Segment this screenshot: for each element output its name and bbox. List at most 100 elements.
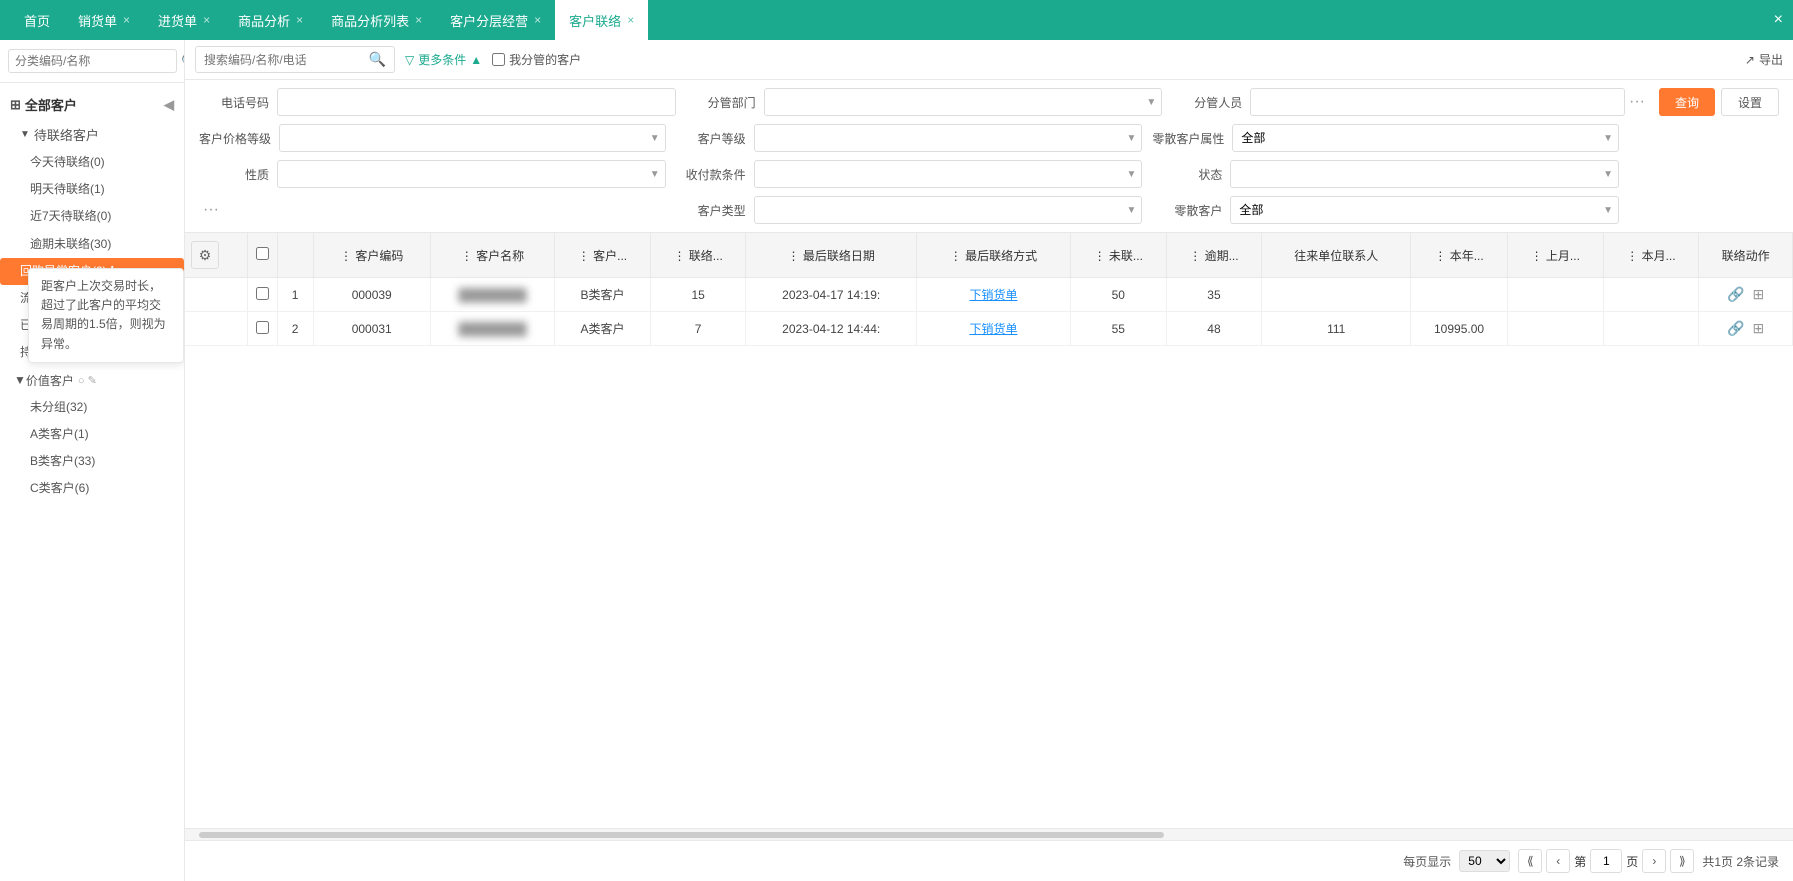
cell-type-2: A类客户 <box>555 312 651 346</box>
col-settings-header[interactable]: ⚙ <box>185 233 247 278</box>
my-customers-checkbox[interactable] <box>492 53 505 66</box>
export-button[interactable]: ↗ 导出 <box>1745 51 1783 68</box>
edit-icons[interactable]: ○ ✎ <box>78 374 97 387</box>
table-settings-btn[interactable]: ⚙ <box>191 241 219 269</box>
col-checkbox-header[interactable] <box>247 233 277 278</box>
close-product-analysis-tab[interactable]: × <box>296 13 303 27</box>
first-page-btn[interactable]: ⟪ <box>1518 849 1542 873</box>
sidebar-search-input[interactable] <box>8 49 177 73</box>
page-size-select[interactable]: 20 50 100 200 <box>1459 850 1510 872</box>
row1-checkbox[interactable] <box>256 287 269 300</box>
sidebar-item-tomorrow-pending[interactable]: 明天待联络(1) <box>0 176 184 203</box>
cell-last-month-2 <box>1507 312 1603 346</box>
col-overdue-header: ⋮ 逾期... <box>1166 233 1262 278</box>
prev-page-btn[interactable]: ‹ <box>1546 849 1570 873</box>
next-page-btn[interactable]: › <box>1642 849 1666 873</box>
filter-cell-phone: 电话号码 <box>199 88 676 116</box>
retail-customer-select[interactable]: 全部 <box>1230 196 1619 224</box>
grid-icon-2[interactable]: ⊞ <box>1752 320 1764 337</box>
payment-select[interactable] <box>754 160 1143 188</box>
retail-attr-select[interactable]: 全部 <box>1232 124 1619 152</box>
col-last-contact-method-header: ⋮ 最后联络方式 <box>916 233 1070 278</box>
sidebar-collapse-btn[interactable]: ◀ <box>164 97 174 113</box>
payment-select-wrap: ▼ <box>754 160 1143 188</box>
nav-product-analysis[interactable]: 商品分析 × <box>224 0 317 40</box>
settings-button[interactable]: 设置 <box>1721 88 1779 116</box>
sidebar-item-ungrouped[interactable]: 未分组(32) <box>0 394 184 421</box>
close-customer-segmentation-tab[interactable]: × <box>534 13 541 27</box>
nav-sales-order[interactable]: 销货单 × <box>64 0 144 40</box>
sidebar-item-class-b[interactable]: B类客户(33) <box>0 448 184 475</box>
gender-select[interactable] <box>277 160 666 188</box>
close-sales-order-tab[interactable]: × <box>123 13 130 27</box>
nav-purchase-order[interactable]: 进货单 × <box>144 0 224 40</box>
retail-attr-select-wrap: 全部 ▼ <box>1232 124 1619 152</box>
cell-last-date-2: 2023-04-12 14:44: <box>746 312 916 346</box>
cell-code-2: 000031 <box>313 312 430 346</box>
search-icon[interactable]: 🔍 <box>369 51 386 68</box>
link-icon-1[interactable]: 🔗 <box>1727 286 1744 303</box>
search-input[interactable] <box>204 53 369 67</box>
sidebar-item-7days-pending[interactable]: 近7天待联络(0) <box>0 203 184 230</box>
col-contact-person-header: 往来单位联系人 <box>1262 233 1411 278</box>
last-page-btn[interactable]: ⟫ <box>1670 849 1694 873</box>
cell-name-1: ████████ <box>430 278 554 312</box>
cell-this-year-1 <box>1411 278 1508 312</box>
nav-customer-contact[interactable]: 客户联络 × <box>555 0 648 40</box>
top-navigation: 首页 销货单 × 进货单 × 商品分析 × 商品分析列表 × 客户分层经营 × … <box>0 0 1793 40</box>
grid-icon-1[interactable]: ⊞ <box>1752 286 1764 303</box>
customer-level-select[interactable] <box>754 124 1143 152</box>
contact-method-link-1[interactable]: 下销货单 <box>969 288 1017 302</box>
filter-row-2: 客户价格等级 ▼ 客户等级 ▼ 零散客户属性 <box>199 124 1779 152</box>
filter-cell-status: 状态 ▼ <box>1152 160 1619 188</box>
nav-customer-segmentation[interactable]: 客户分层经营 × <box>436 0 555 40</box>
close-product-analysis-list-tab[interactable]: × <box>415 13 422 27</box>
row4-dots-btn[interactable]: ··· <box>199 201 223 219</box>
dept-select[interactable] <box>764 88 1163 116</box>
sidebar-item-overdue-contact[interactable]: 逾期未联络(30) <box>0 231 184 258</box>
dept-label: 分管部门 <box>686 94 756 111</box>
cell-last-method-2: 下销货单 <box>916 312 1070 346</box>
status-select[interactable] <box>1230 160 1619 188</box>
dept-select-wrap: ▼ <box>764 88 1163 116</box>
cell-num-2: 2 <box>277 312 313 346</box>
sidebar-item-today-pending[interactable]: 今天待联络(0) <box>0 149 184 176</box>
sidebar-group-pending-contact[interactable]: ▼ 待联络客户 <box>0 120 184 149</box>
advanced-filter: 电话号码 分管部门 ▼ 分管人员 ··· 查询 设置 <box>185 80 1793 233</box>
close-all-tabs[interactable]: × <box>1774 11 1783 29</box>
filter-cell-price-level: 客户价格等级 ▼ <box>199 124 666 152</box>
close-purchase-order-tab[interactable]: × <box>203 13 210 27</box>
cell-this-month-1 <box>1603 278 1699 312</box>
col-last-month-header: ⋮ 上月... <box>1507 233 1603 278</box>
sidebar-item-class-a[interactable]: A类客户(1) <box>0 421 184 448</box>
col-this-month-header: ⋮ 本月... <box>1603 233 1699 278</box>
phone-input[interactable] <box>277 88 676 116</box>
filter-icon: ▽ <box>405 53 414 67</box>
link-icon-2[interactable]: 🔗 <box>1727 320 1744 337</box>
nav-product-analysis-list[interactable]: 商品分析列表 × <box>317 0 436 40</box>
sidebar-all-customers[interactable]: ⊞ 全部客户 ◀ <box>0 89 184 120</box>
sidebar-search-button[interactable]: 🔍 <box>181 48 185 74</box>
person-dots-btn[interactable]: ··· <box>1625 93 1649 111</box>
price-level-select[interactable] <box>279 124 666 152</box>
contact-method-link-2[interactable]: 下销货单 <box>969 322 1017 336</box>
cell-checkbox-1[interactable] <box>247 278 277 312</box>
sidebar: 🔍 ⊞ 全部客户 ◀ ▼ 待联络客户 今天待联络(0) 明天待联络(1) 近7天… <box>0 40 185 881</box>
person-input[interactable] <box>1250 88 1625 116</box>
cell-name-2: ████████ <box>430 312 554 346</box>
page-number-input[interactable] <box>1590 849 1622 873</box>
customer-type-select[interactable] <box>754 196 1143 224</box>
sidebar-item-class-c[interactable]: C类客户(6) <box>0 475 184 502</box>
nav-home[interactable]: 首页 <box>10 0 64 40</box>
cell-contact-person-2: 111 <box>1262 312 1411 346</box>
sidebar-group-value-customers[interactable]: ▼ 价值客户 ○ ✎ <box>0 367 184 394</box>
page-navigation: ⟪ ‹ 第 页 › ⟫ <box>1518 849 1694 873</box>
main-layout: 🔍 ⊞ 全部客户 ◀ ▼ 待联络客户 今天待联络(0) 明天待联络(1) 近7天… <box>0 40 1793 881</box>
select-all-checkbox[interactable] <box>256 247 269 260</box>
more-conditions-btn[interactable]: ▽ 更多条件 ▲ <box>405 51 482 68</box>
cell-checkbox-2[interactable] <box>247 312 277 346</box>
query-button[interactable]: 查询 <box>1659 88 1715 116</box>
close-customer-contact-tab[interactable]: × <box>627 13 634 27</box>
cell-action-1: 🔗 ⊞ <box>1699 278 1793 312</box>
row2-checkbox[interactable] <box>256 321 269 334</box>
